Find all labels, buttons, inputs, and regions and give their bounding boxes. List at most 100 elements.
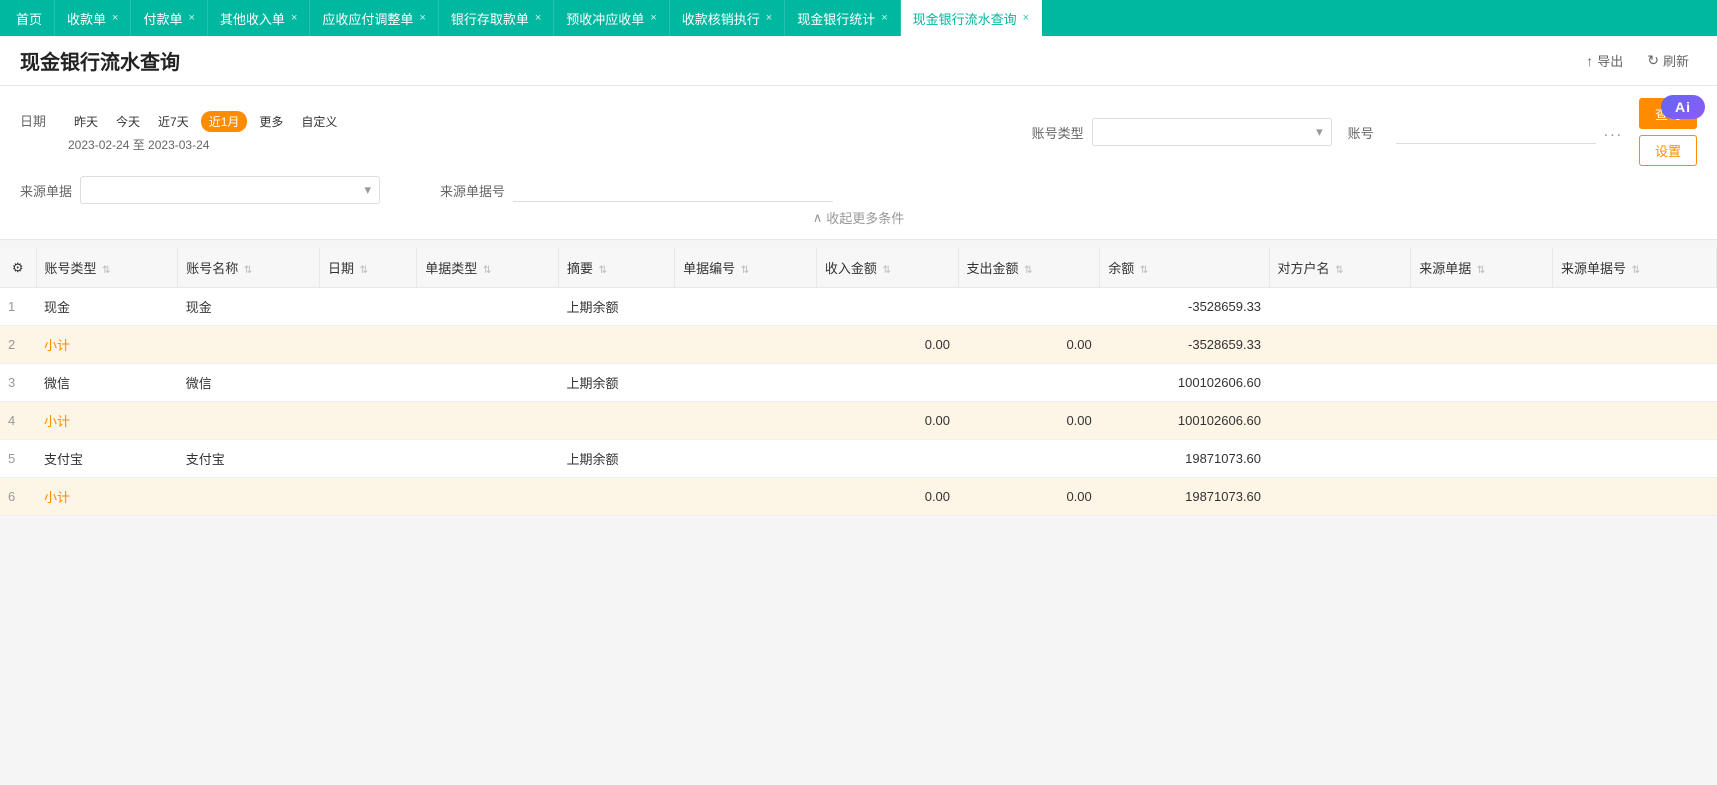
nav-item-bank-flow[interactable]: 现金银行流水查询 × <box>901 0 1042 36</box>
column-summary[interactable]: 摘要 ⇅ <box>558 248 674 288</box>
cell-summary <box>558 478 674 516</box>
cell-doc-no <box>675 364 817 402</box>
filter-area: 日期 昨天 今天 近7天 近1月 更多 自定义 2023-02-24 至 202… <box>0 86 1717 240</box>
row-index: 1 <box>0 288 36 326</box>
close-icon[interactable]: × <box>291 12 297 24</box>
dropdown-icon: ▾ <box>1316 124 1323 140</box>
source-doc-select[interactable]: ▾ <box>80 176 380 204</box>
nav-item-advance[interactable]: 预收冲应收单 × <box>554 0 669 36</box>
row-index: 5 <box>0 440 36 478</box>
table-row: 3 微信 微信 上期余额 100102606.60 <box>0 364 1717 402</box>
close-icon[interactable]: × <box>766 12 772 24</box>
column-source-doc[interactable]: 来源单据 ⇅ <box>1411 248 1553 288</box>
close-icon[interactable]: × <box>112 12 118 24</box>
column-expense[interactable]: 支出金额 ⇅ <box>958 248 1100 288</box>
source-doc-no-input[interactable] <box>513 178 833 202</box>
cell-counterpart <box>1269 288 1411 326</box>
source-doc-no-label: 来源单据号 <box>440 181 505 200</box>
table-header-row: ⚙ 账号类型 ⇅ 账号名称 ⇅ 日期 ⇅ 单据类型 ⇅ 摘要 ⇅ 单据编号 ⇅ … <box>0 248 1717 288</box>
date-range-display: 2023-02-24 至 2023-03-24 <box>68 136 343 153</box>
cell-source-doc <box>1411 326 1553 364</box>
refresh-button[interactable]: ↻ 刷新 <box>1639 47 1697 74</box>
nav-item-shoukuan[interactable]: 收款单 × <box>55 0 131 36</box>
settings-button[interactable]: 设置 <box>1639 135 1697 166</box>
cell-summary: 上期余额 <box>558 364 674 402</box>
nav-item-bank-stats[interactable]: 现金银行统计 × <box>785 0 900 36</box>
today-option[interactable]: 今天 <box>110 111 146 132</box>
cell-account-name: 微信 <box>178 364 320 402</box>
column-source-doc-no[interactable]: 来源单据号 ⇅ <box>1552 248 1716 288</box>
cell-account-name: 现金 <box>178 288 320 326</box>
cell-balance: 19871073.60 <box>1100 440 1269 478</box>
cell-balance: 100102606.60 <box>1100 364 1269 402</box>
nav-item-adjustment[interactable]: 应收应付调整单 × <box>310 0 438 36</box>
cell-source-doc <box>1411 288 1553 326</box>
nav-item-fukuan[interactable]: 付款单 × <box>131 0 207 36</box>
yesterday-option[interactable]: 昨天 <box>68 111 104 132</box>
header-actions: ↑ 导出 ↻ 刷新 <box>1578 47 1697 74</box>
cell-source-doc <box>1411 364 1553 402</box>
near1m-option[interactable]: 近1月 <box>201 111 248 132</box>
date-label: 日期 <box>20 111 60 130</box>
export-button[interactable]: ↑ 导出 <box>1578 47 1631 74</box>
column-income[interactable]: 收入金额 ⇅ <box>816 248 958 288</box>
column-doc-no[interactable]: 单据编号 ⇅ <box>675 248 817 288</box>
account-type-select[interactable]: ▾ <box>1092 118 1332 146</box>
cell-account-type: 小计 <box>36 402 178 440</box>
cell-expense: 0.00 <box>958 326 1100 364</box>
cell-doc-type <box>417 402 559 440</box>
filter-row-1: 日期 昨天 今天 近7天 近1月 更多 自定义 2023-02-24 至 202… <box>20 98 1697 166</box>
collapse-bar[interactable]: ∧ 收起更多条件 <box>20 208 1697 227</box>
close-icon[interactable]: × <box>881 12 887 24</box>
column-balance[interactable]: 余额 ⇅ <box>1100 248 1269 288</box>
nav-home[interactable]: 首页 <box>4 0 55 36</box>
cell-counterpart <box>1269 402 1411 440</box>
close-icon[interactable]: × <box>1023 12 1029 24</box>
cell-account-name <box>178 326 320 364</box>
column-counterpart[interactable]: 对方户名 ⇅ <box>1269 248 1411 288</box>
nav-item-other-income[interactable]: 其他收入单 × <box>208 0 310 36</box>
column-date[interactable]: 日期 ⇅ <box>319 248 416 288</box>
cell-account-type: 小计 <box>36 478 178 516</box>
account-input[interactable] <box>1396 120 1596 144</box>
cell-doc-type <box>417 478 559 516</box>
column-account-type[interactable]: 账号类型 ⇅ <box>36 248 178 288</box>
close-icon[interactable]: × <box>650 12 656 24</box>
cell-balance: 100102606.60 <box>1100 402 1269 440</box>
account-more-button[interactable]: ... <box>1604 123 1623 141</box>
cell-income: 0.00 <box>816 402 958 440</box>
cell-income <box>816 440 958 478</box>
cell-expense <box>958 440 1100 478</box>
column-gear[interactable]: ⚙ <box>0 248 36 288</box>
top-navigation: 首页 收款单 × 付款单 × 其他收入单 × 应收应付调整单 × 银行存取款单 … <box>0 0 1717 36</box>
close-icon[interactable]: × <box>188 12 194 24</box>
cell-source-doc-no <box>1552 440 1716 478</box>
cell-date <box>319 440 416 478</box>
nav-item-bank-deposit[interactable]: 银行存取款单 × <box>439 0 554 36</box>
cell-date <box>319 478 416 516</box>
custom-option[interactable]: 自定义 <box>295 111 343 132</box>
more-option[interactable]: 更多 <box>253 111 289 132</box>
page-header: 现金银行流水查询 ↑ 导出 ↻ 刷新 <box>0 36 1717 86</box>
cell-doc-type <box>417 440 559 478</box>
cell-date <box>319 402 416 440</box>
close-icon[interactable]: × <box>535 12 541 24</box>
export-icon: ↑ <box>1586 53 1593 69</box>
refresh-icon: ↻ <box>1647 52 1659 69</box>
close-icon[interactable]: × <box>419 12 425 24</box>
nav-item-verify[interactable]: 收款核销执行 × <box>670 0 785 36</box>
column-account-name[interactable]: 账号名称 ⇅ <box>178 248 320 288</box>
table-row: 5 支付宝 支付宝 上期余额 19871073.60 <box>0 440 1717 478</box>
cell-expense <box>958 364 1100 402</box>
cell-account-type: 微信 <box>36 364 178 402</box>
cell-summary: 上期余额 <box>558 288 674 326</box>
cell-counterpart <box>1269 364 1411 402</box>
near7-option[interactable]: 近7天 <box>152 111 195 132</box>
cell-counterpart <box>1269 326 1411 364</box>
column-doc-type[interactable]: 单据类型 ⇅ <box>417 248 559 288</box>
cell-account-type: 小计 <box>36 326 178 364</box>
ai-assistant-button[interactable]: Ai <box>1661 95 1705 119</box>
cell-source-doc <box>1411 440 1553 478</box>
cell-date <box>319 288 416 326</box>
table-row: 2 小计 0.00 0.00 -3528659.33 <box>0 326 1717 364</box>
